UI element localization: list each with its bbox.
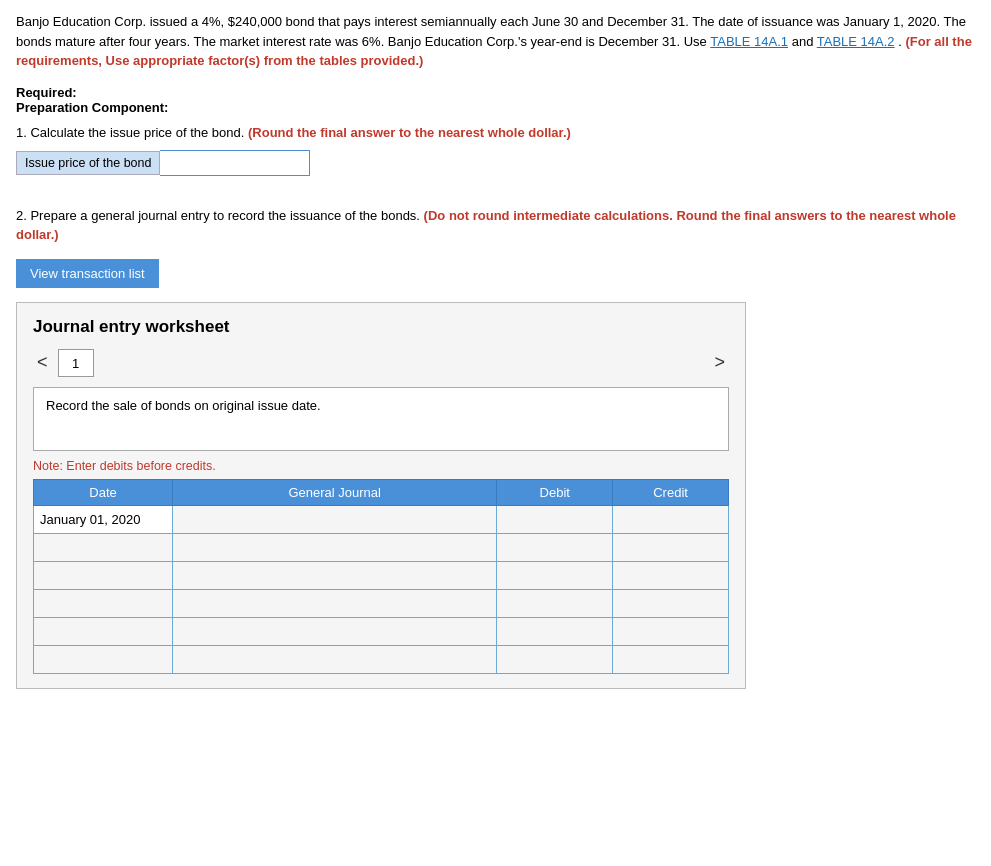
table-14a2-link[interactable]: TABLE 14A.2 [817,34,895,49]
credit-input[interactable] [613,562,728,589]
general-journal-input[interactable] [173,618,496,645]
table-row [34,645,729,673]
debit-cell[interactable] [497,533,613,561]
general-journal-cell[interactable] [173,645,497,673]
credit-cell[interactable] [613,589,729,617]
col-header-date: Date [34,479,173,505]
required-section: Required: Preparation Component: [16,85,975,115]
general-journal-cell[interactable] [173,533,497,561]
page-number: 1 [58,349,94,377]
journal-table: Date General Journal Debit Credit [33,479,729,674]
date-input[interactable] [34,590,172,617]
table-row [34,533,729,561]
debit-input[interactable] [497,646,612,673]
view-transaction-button[interactable]: View transaction list [16,259,159,288]
issue-price-input[interactable] [160,150,310,176]
date-input[interactable] [34,646,172,673]
date-cell[interactable] [34,617,173,645]
question-2: 2. Prepare a general journal entry to re… [16,206,975,245]
table-row [34,617,729,645]
credit-input[interactable] [613,534,728,561]
general-journal-input[interactable] [173,646,496,673]
debit-input[interactable] [497,506,612,533]
credit-input[interactable] [613,646,728,673]
prep-label: Preparation Component: [16,100,975,115]
date-input[interactable] [34,618,172,645]
date-cell[interactable] [34,533,173,561]
date-cell[interactable] [34,561,173,589]
general-journal-input[interactable] [173,590,496,617]
description-box: Record the sale of bonds on original iss… [33,387,729,451]
debit-cell[interactable] [497,589,613,617]
credit-cell[interactable] [613,645,729,673]
date-input[interactable] [34,562,172,589]
intro-paragraph: Banjo Education Corp. issued a 4%, $240,… [16,12,975,71]
date-input[interactable] [34,506,172,533]
table-row [34,589,729,617]
q1-round-note: (Round the final answer to the nearest w… [248,125,571,140]
q2-text: 2. Prepare a general journal entry to re… [16,208,420,223]
credit-cell[interactable] [613,505,729,533]
date-cell[interactable] [34,589,173,617]
table-row [34,561,729,589]
general-journal-input[interactable] [173,506,496,533]
general-journal-input[interactable] [173,562,496,589]
table-row [34,505,729,533]
credit-input[interactable] [613,590,728,617]
general-journal-cell[interactable] [173,505,497,533]
journal-worksheet-container: Journal entry worksheet < 1 > Record the… [16,302,746,689]
intro-text-part2: and [792,34,817,49]
col-header-debit: Debit [497,479,613,505]
debit-cell[interactable] [497,561,613,589]
credit-cell[interactable] [613,617,729,645]
col-header-credit: Credit [613,479,729,505]
debit-input[interactable] [497,618,612,645]
issue-price-label: Issue price of the bond [16,151,160,175]
credit-input[interactable] [613,618,728,645]
description-text: Record the sale of bonds on original iss… [46,398,321,413]
note-text: Note: Enter debits before credits. [33,459,729,473]
debit-input[interactable] [497,562,612,589]
date-input[interactable] [34,534,172,561]
issue-price-row: Issue price of the bond [16,150,975,176]
debit-cell[interactable] [497,617,613,645]
next-button[interactable]: > [710,352,729,373]
general-journal-cell[interactable] [173,589,497,617]
col-header-general-journal: General Journal [173,479,497,505]
journal-worksheet-title: Journal entry worksheet [33,317,729,337]
general-journal-cell[interactable] [173,561,497,589]
general-journal-cell[interactable] [173,617,497,645]
date-cell[interactable] [34,505,173,533]
q1-text: 1. Calculate the issue price of the bond… [16,125,244,140]
debit-cell[interactable] [497,505,613,533]
credit-cell[interactable] [613,533,729,561]
question-1: 1. Calculate the issue price of the bond… [16,125,975,140]
debit-input[interactable] [497,590,612,617]
debit-input[interactable] [497,534,612,561]
nav-row: < 1 > [33,349,729,377]
date-cell[interactable] [34,645,173,673]
table-14a1-link[interactable]: TABLE 14A.1 [710,34,788,49]
prev-button[interactable]: < [33,352,52,373]
credit-input[interactable] [613,506,728,533]
debit-cell[interactable] [497,645,613,673]
required-label: Required: [16,85,975,100]
general-journal-input[interactable] [173,534,496,561]
credit-cell[interactable] [613,561,729,589]
